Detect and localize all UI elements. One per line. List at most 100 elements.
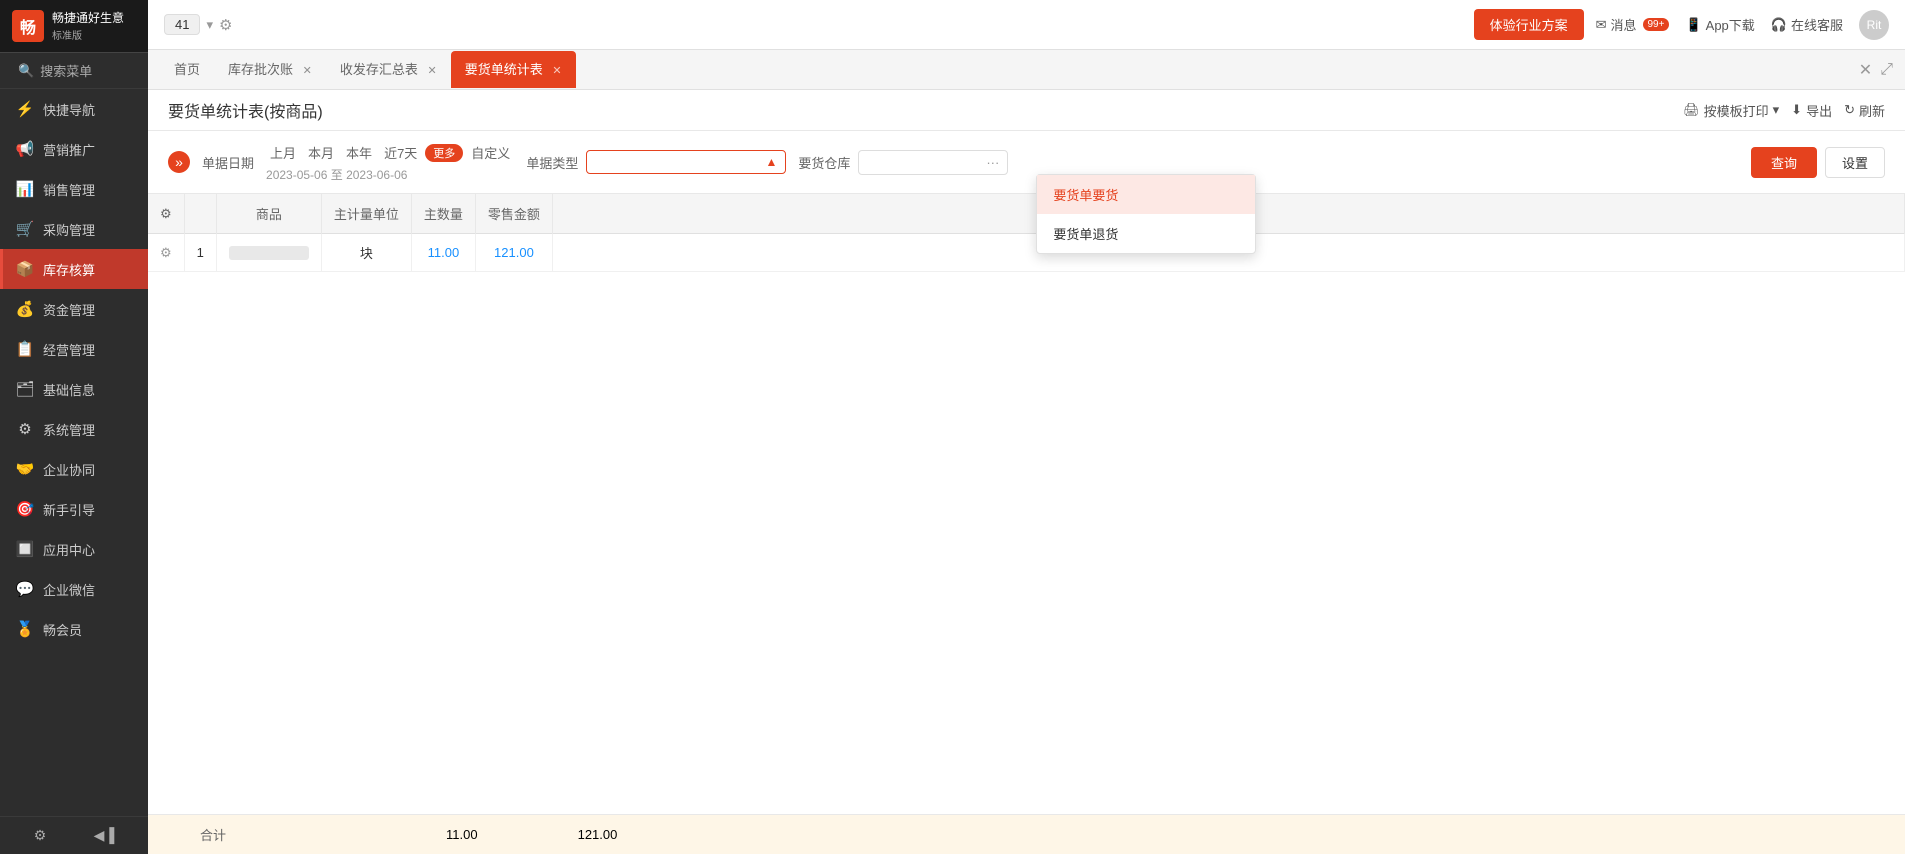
- sidebar-item-label: 新手引导: [43, 500, 95, 519]
- row-amount-link[interactable]: 121.00: [494, 245, 534, 260]
- avatar-text: Rit: [1867, 18, 1882, 32]
- message-badge: 99+: [1643, 18, 1670, 31]
- sidebar-item-label: 销售管理: [43, 180, 95, 199]
- dropdown-item-return[interactable]: 要货单退货: [1037, 214, 1255, 253]
- sidebar-item-operation[interactable]: 📋 经营管理: [0, 329, 148, 369]
- sidebar-item-label: 快捷导航: [43, 100, 95, 119]
- sidebar-item-purchase[interactable]: 🛒 采购管理: [0, 209, 148, 249]
- footer-amount-value: 121.00: [578, 827, 618, 842]
- table-body: ⚙ 1 块 11.00 121.00: [148, 234, 1905, 272]
- sidebar-item-inventory[interactable]: 📦 库存核算: [0, 249, 148, 289]
- refresh-label: 刷新: [1859, 101, 1885, 120]
- print-icon: 🖨: [1683, 102, 1700, 118]
- app-download-btn[interactable]: 📱 App下载: [1685, 15, 1754, 34]
- message-btn[interactable]: ✉ 消息 99+: [1596, 15, 1670, 34]
- warehouse-more-icon: ···: [986, 155, 999, 170]
- sidebar-search[interactable]: 🔍 搜索菜单: [0, 53, 148, 89]
- row-quantity-link[interactable]: 11.00: [428, 245, 460, 260]
- date-btn-last-month[interactable]: 上月: [266, 141, 300, 164]
- date-range-display: 2023-05-06 至 2023-06-06: [266, 166, 514, 183]
- page-header: 要货单统计表(按商品) 🖨 按模板打印 ▾ ⬇ 导出 ↻ 刷新: [148, 90, 1905, 131]
- date-filter-label: 单据日期: [202, 153, 254, 172]
- date-btn-this-month[interactable]: 本月: [304, 141, 338, 164]
- quick-nav-icon: ⚡: [15, 99, 35, 119]
- main-area: 41 ▾ ⚙ 体验行业方案 ✉ 消息 99+ 📱 App下载 🎧 在线客服 Ri…: [148, 0, 1905, 854]
- sidebar-item-sales[interactable]: 📊 销售管理: [0, 169, 148, 209]
- operation-icon: 📋: [15, 339, 35, 359]
- type-select[interactable]: ▲: [586, 150, 786, 174]
- query-button[interactable]: 查询: [1751, 147, 1817, 178]
- settings-button[interactable]: 设置: [1825, 147, 1885, 178]
- topbar-gear-icon[interactable]: ⚙: [219, 16, 232, 34]
- sidebar-search-label: 搜索菜单: [40, 61, 92, 80]
- sidebar-item-enterprise[interactable]: 🤝 企业协同: [0, 449, 148, 489]
- tab-maximize-btn[interactable]: ⤢: [1880, 61, 1893, 79]
- app-icon: 📱: [1685, 17, 1701, 33]
- sidebar-item-marketing[interactable]: 📢 营销推广: [0, 129, 148, 169]
- date-btn-custom[interactable]: 自定义: [467, 141, 514, 164]
- page-header-actions: 🖨 按模板打印 ▾ ⬇ 导出 ↻ 刷新: [1683, 101, 1885, 120]
- message-label: 消息: [1610, 15, 1636, 34]
- online-service-btn[interactable]: 🎧 在线客服: [1771, 15, 1843, 34]
- warehouse-filter-group: 要货仓库 ···: [798, 150, 1008, 175]
- print-arrow-icon: ▾: [1773, 102, 1780, 118]
- purchase-icon: 🛒: [15, 219, 35, 239]
- online-service-label: 在线客服: [1791, 15, 1843, 34]
- tab-dispatch-summary-close[interactable]: ✕: [428, 65, 437, 77]
- sidebar-item-basic[interactable]: 🗂 基础信息: [0, 369, 148, 409]
- trial-button[interactable]: 体验行业方案: [1474, 9, 1584, 40]
- tab-order-stats-label: 要货单统计表: [465, 62, 543, 77]
- data-table-container: ⚙ 商品 主计量单位 主数量 零售金额 ⚙ 1: [148, 194, 1905, 814]
- sidebar-item-member[interactable]: 🏅 畅会员: [0, 609, 148, 649]
- col-settings[interactable]: ⚙: [148, 194, 184, 234]
- sidebar-item-finance[interactable]: 💰 资金管理: [0, 289, 148, 329]
- filter-actions: 查询 设置: [1751, 147, 1885, 178]
- sidebar-item-app-center[interactable]: 🔲 应用中心: [0, 529, 148, 569]
- enterprise-icon: 🤝: [15, 459, 35, 479]
- sidebar-item-label: 应用中心: [43, 540, 95, 559]
- tab-inventory-batch[interactable]: 库存批次账 ✕: [214, 51, 326, 88]
- refresh-action[interactable]: ↻ 刷新: [1844, 101, 1885, 120]
- sidebar-item-label: 采购管理: [43, 220, 95, 239]
- sidebar-item-guide[interactable]: 🎯 新手引导: [0, 489, 148, 529]
- system-icon: ⚙: [15, 419, 35, 439]
- table-row: ⚙ 1 块 11.00 121.00: [148, 234, 1905, 272]
- export-label: 导出: [1806, 101, 1832, 120]
- tab-order-stats[interactable]: 要货单统计表 ✕: [451, 51, 576, 88]
- table-footer: 合计 11.00 121.00: [148, 814, 1905, 854]
- sidebar-item-system[interactable]: ⚙ 系统管理: [0, 409, 148, 449]
- sidebar-settings-btn[interactable]: ⚙: [34, 827, 47, 844]
- sidebar-item-label: 企业微信: [43, 580, 95, 599]
- sidebar-item-wechat[interactable]: 💬 企业微信: [0, 569, 148, 609]
- member-icon: 🏅: [15, 619, 35, 639]
- type-select-arrow-icon: ▲: [765, 155, 777, 169]
- dropdown-item-order[interactable]: 要货单要货: [1037, 175, 1255, 214]
- export-action[interactable]: ⬇ 导出: [1791, 101, 1832, 120]
- message-icon: ✉: [1596, 17, 1607, 33]
- sidebar-item-label: 企业协同: [43, 460, 95, 479]
- filter-toggle-btn[interactable]: »: [168, 151, 190, 173]
- tab-inventory-batch-close[interactable]: ✕: [303, 65, 312, 77]
- date-btn-7days[interactable]: 近7天: [380, 141, 421, 164]
- warehouse-filter-label: 要货仓库: [798, 153, 850, 172]
- row-quantity: 11.00: [411, 234, 475, 272]
- type-filter-group: 单据类型 ▲ 要货单要货 要货单退货: [526, 150, 786, 174]
- user-avatar[interactable]: Rit: [1859, 10, 1889, 40]
- dropdown-item-return-label: 要货单退货: [1053, 227, 1118, 242]
- sidebar-item-quick-nav[interactable]: ⚡ 快捷导航: [0, 89, 148, 129]
- row-gear-icon[interactable]: ⚙: [148, 234, 184, 272]
- tab-dispatch-summary[interactable]: 收发存汇总表 ✕: [326, 51, 451, 88]
- date-more-badge[interactable]: 更多: [425, 144, 463, 162]
- basic-icon: 🗂: [15, 379, 35, 399]
- tab-close-window-btn[interactable]: ✕: [1859, 60, 1872, 80]
- warehouse-select[interactable]: ···: [858, 150, 1008, 175]
- col-quantity: 主数量: [411, 194, 475, 234]
- tab-order-stats-close[interactable]: ✕: [552, 65, 561, 77]
- tab-home[interactable]: 首页: [160, 51, 214, 88]
- print-action[interactable]: 🖨 按模板打印 ▾: [1683, 101, 1779, 120]
- date-btn-this-year[interactable]: 本年: [342, 141, 376, 164]
- marketing-icon: 📢: [15, 139, 35, 159]
- row-product: [216, 234, 321, 272]
- sidebar-collapse-btn[interactable]: ◀▐: [94, 827, 115, 844]
- sidebar-item-label: 基础信息: [43, 380, 95, 399]
